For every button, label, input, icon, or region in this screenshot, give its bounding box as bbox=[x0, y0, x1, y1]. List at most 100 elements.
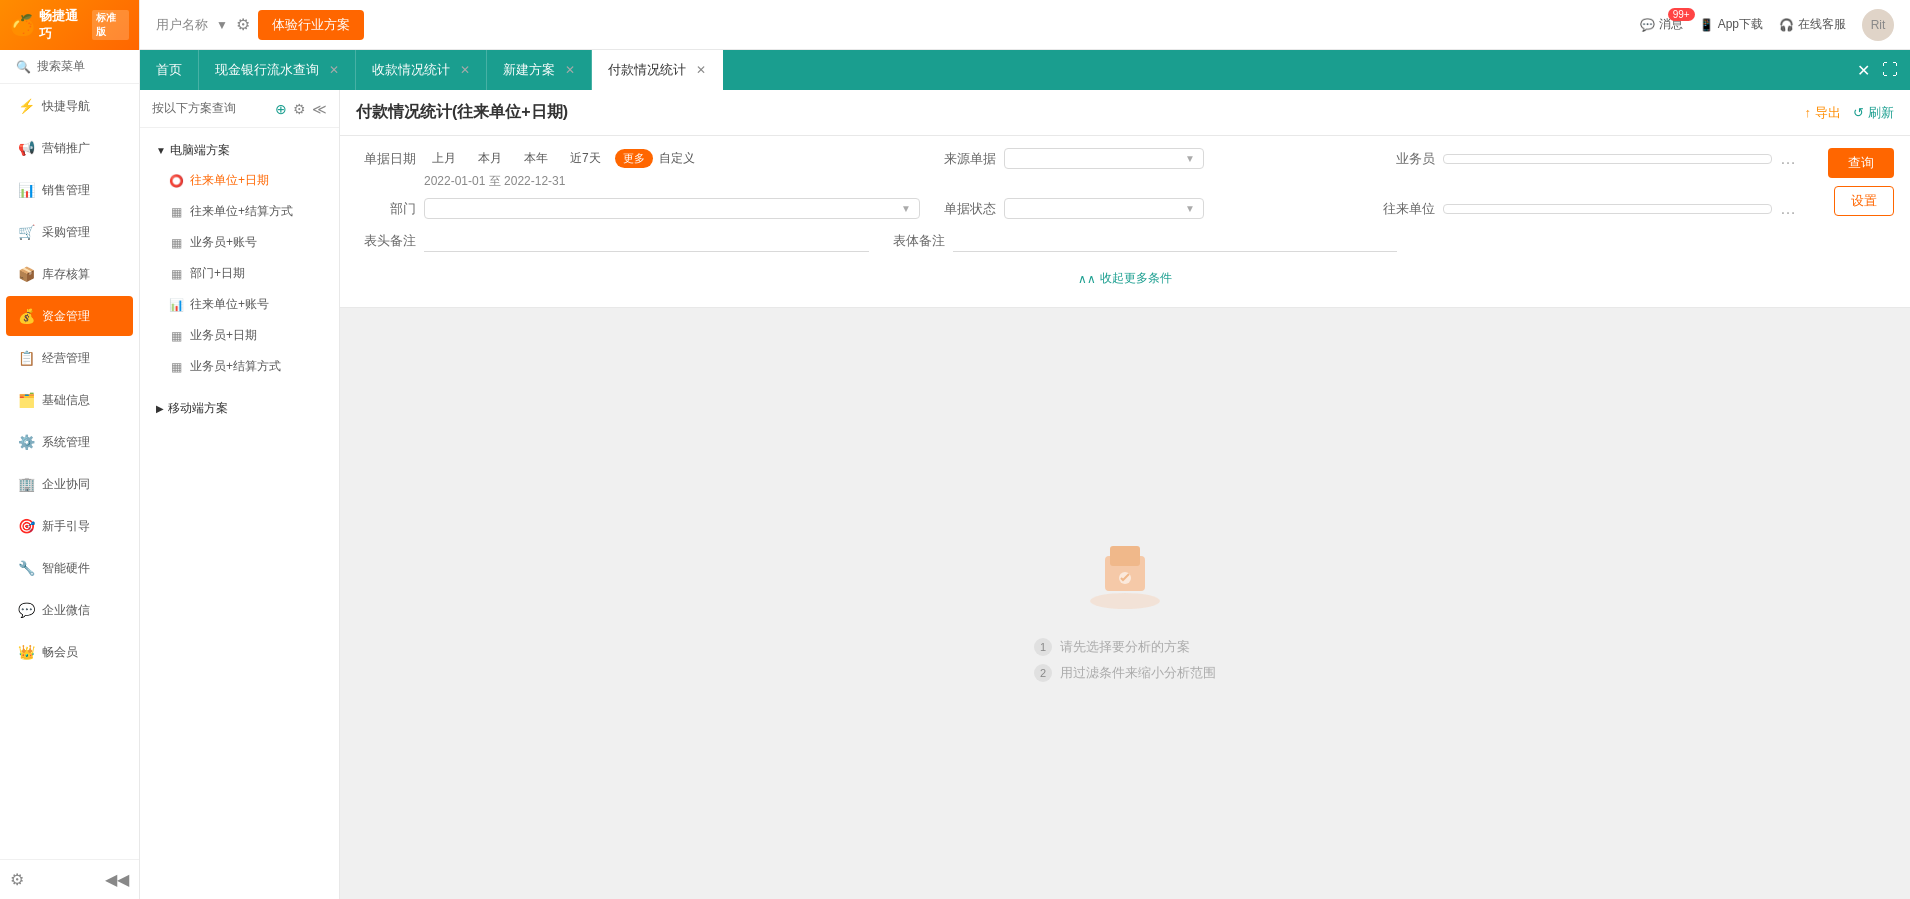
topbar-right: 💬 消息 99+ 📱 App下载 🎧 在线客服 Rit bbox=[1640, 9, 1894, 41]
staff-label: 业务员 bbox=[1375, 150, 1435, 168]
refresh-button[interactable]: ↺ 刷新 bbox=[1853, 104, 1894, 122]
mobile-arrow-icon: ▶ bbox=[156, 403, 164, 414]
date-opt-this-year[interactable]: 本年 bbox=[516, 148, 556, 169]
search-label: 搜索菜单 bbox=[37, 58, 85, 75]
sidebar-item-capital[interactable]: 💰 资金管理 bbox=[6, 296, 133, 336]
sidebar-item-icon-capital: 💰 bbox=[16, 306, 36, 326]
doc-status-arrow-icon: ▼ bbox=[1185, 203, 1195, 214]
settings-button[interactable]: 设置 bbox=[1834, 186, 1894, 216]
sidebar-item-label-system: 系统管理 bbox=[42, 434, 90, 451]
tab-label-payment-stats: 付款情况统计 bbox=[608, 61, 686, 79]
sidebar-item-wechat[interactable]: 💬 企业微信 bbox=[6, 590, 133, 630]
sidebar-items: ⚡ 快捷导航 📢 营销推广 📊 销售管理 🛒 采购管理 📦 库存核算 💰 资金管… bbox=[0, 84, 139, 674]
empty-illustration bbox=[1075, 526, 1175, 626]
partner-more-icon[interactable]: … bbox=[1780, 200, 1798, 218]
desktop-group-header[interactable]: ▼ 电脑端方案 bbox=[140, 136, 339, 165]
sidebar-item-quick-nav[interactable]: ⚡ 快捷导航 bbox=[6, 86, 133, 126]
scheme-item-unit-settle[interactable]: ▦ 往来单位+结算方式 bbox=[140, 196, 339, 227]
left-panel-actions: ⊕ ⚙ ≪ bbox=[275, 101, 327, 117]
dept-select[interactable]: ▼ bbox=[424, 198, 920, 219]
service-button[interactable]: 🎧 在线客服 bbox=[1779, 16, 1846, 33]
sidebar-item-guide[interactable]: 🎯 新手引导 bbox=[6, 506, 133, 546]
date-control: 上月 本月 本年 近7天 更多 自定义 bbox=[424, 148, 920, 169]
tip-num-2: 2 bbox=[1034, 664, 1052, 682]
sidebar-item-label-wechat: 企业微信 bbox=[42, 602, 90, 619]
body-note-input[interactable] bbox=[953, 229, 1398, 252]
user-avatar[interactable]: Rit bbox=[1862, 9, 1894, 41]
message-button[interactable]: 💬 消息 99+ bbox=[1640, 16, 1683, 33]
source-select[interactable]: ▼ bbox=[1004, 148, 1204, 169]
add-scheme-icon[interactable]: ⊕ bbox=[275, 101, 287, 117]
tab-home[interactable]: 首页 bbox=[140, 50, 199, 90]
sidebar-item-enterprise[interactable]: 🏢 企业协同 bbox=[6, 464, 133, 504]
topbar-dropdown-icon[interactable]: ▼ bbox=[216, 18, 228, 32]
sidebar-item-marketing[interactable]: 📢 营销推广 bbox=[6, 128, 133, 168]
app-download-button[interactable]: 📱 App下载 bbox=[1699, 16, 1763, 33]
partner-select[interactable] bbox=[1443, 204, 1772, 214]
tab-receipt-stats[interactable]: 收款情况统计✕ bbox=[356, 50, 487, 90]
sidebar-item-inventory[interactable]: 📦 库存核算 bbox=[6, 254, 133, 294]
settings-icon[interactable]: ⚙ bbox=[10, 870, 24, 889]
filter-date: 单据日期 上月 本月 本年 近7天 更多 自定义 bbox=[356, 148, 920, 169]
scheme-item-dept-date[interactable]: ▦ 部门+日期 bbox=[140, 258, 339, 289]
collapse-filter-button[interactable]: ∧∧ 收起更多条件 bbox=[356, 262, 1894, 295]
tab-close-receipt-stats[interactable]: ✕ bbox=[460, 63, 470, 77]
expand-icon[interactable]: ⛶ bbox=[1882, 61, 1898, 79]
staff-select[interactable] bbox=[1443, 154, 1772, 164]
sidebar-item-label-capital: 资金管理 bbox=[42, 308, 90, 325]
tab-cash-flow[interactable]: 现金银行流水查询✕ bbox=[199, 50, 356, 90]
sidebar-search[interactable]: 🔍 搜索菜单 bbox=[0, 50, 139, 84]
scheme-icon-staff-account: ▦ bbox=[168, 235, 184, 251]
doc-status-label: 单据状态 bbox=[936, 200, 996, 218]
sidebar: 🍊 畅捷通巧 标准版 🔍 搜索菜单 ⚡ 快捷导航 📢 营销推广 📊 销售管理 🛒… bbox=[0, 0, 140, 899]
scheme-item-staff-account[interactable]: ▦ 业务员+账号 bbox=[140, 227, 339, 258]
sidebar-item-basic-info[interactable]: 🗂️ 基础信息 bbox=[6, 380, 133, 420]
date-opt-this-month[interactable]: 本月 bbox=[470, 148, 510, 169]
date-opt-last-month[interactable]: 上月 bbox=[424, 148, 464, 169]
tab-payment-stats[interactable]: 付款情况统计 ✕ bbox=[592, 50, 723, 90]
date-opt-7days[interactable]: 近7天 bbox=[562, 148, 609, 169]
collapse-icon[interactable]: ◀◀ bbox=[105, 870, 129, 889]
date-more-button[interactable]: 更多 bbox=[615, 149, 653, 168]
tab-close-cash-flow[interactable]: ✕ bbox=[329, 63, 339, 77]
service-label: 在线客服 bbox=[1798, 16, 1846, 33]
query-button[interactable]: 查询 bbox=[1828, 148, 1894, 178]
header-note-input[interactable] bbox=[424, 229, 869, 252]
close-window-icon[interactable]: ✕ bbox=[1857, 61, 1870, 80]
filter-staff: 业务员 … bbox=[1375, 150, 1798, 168]
scheme-item-staff-settle[interactable]: ▦ 业务员+结算方式 bbox=[140, 351, 339, 382]
scheme-item-unit-date[interactable]: ⭕ 往来单位+日期 bbox=[140, 165, 339, 196]
doc-status-select[interactable]: ▼ bbox=[1004, 198, 1204, 219]
scheme-item-staff-date[interactable]: ▦ 业务员+日期 bbox=[140, 320, 339, 351]
search-icon: 🔍 bbox=[16, 60, 31, 74]
page-header: 付款情况统计(往来单位+日期) ↑ 导出 ↺ 刷新 bbox=[340, 90, 1910, 136]
sidebar-item-system[interactable]: ⚙️ 系统管理 bbox=[6, 422, 133, 462]
sidebar-header: 🍊 畅捷通巧 标准版 bbox=[0, 0, 139, 50]
scheme-label-staff-account: 业务员+账号 bbox=[190, 234, 257, 251]
filter-partner: 往来单位 … bbox=[1375, 200, 1798, 218]
date-custom-label[interactable]: 自定义 bbox=[659, 150, 695, 167]
scheme-item-unit-account[interactable]: 📊 往来单位+账号 bbox=[140, 289, 339, 320]
page-title: 付款情况统计(往来单位+日期) bbox=[356, 102, 568, 123]
tab-close-new-scheme[interactable]: ✕ bbox=[565, 63, 575, 77]
sidebar-item-hardware[interactable]: 🔧 智能硬件 bbox=[6, 548, 133, 588]
mobile-group-header[interactable]: ▶ 移动端方案 bbox=[140, 394, 339, 423]
sidebar-item-icon-system: ⚙️ bbox=[16, 432, 36, 452]
collapse-panel-icon[interactable]: ≪ bbox=[312, 101, 327, 117]
staff-more-icon[interactable]: … bbox=[1780, 150, 1798, 168]
sidebar-item-member[interactable]: 👑 畅会员 bbox=[6, 632, 133, 672]
export-button[interactable]: ↑ 导出 bbox=[1805, 104, 1842, 122]
sidebar-item-sales[interactable]: 📊 销售管理 bbox=[6, 170, 133, 210]
sidebar-item-operation[interactable]: 📋 经营管理 bbox=[6, 338, 133, 378]
tab-new-scheme[interactable]: 新建方案✕ bbox=[487, 50, 592, 90]
sidebar-item-purchase[interactable]: 🛒 采购管理 bbox=[6, 212, 133, 252]
tab-close-payment-stats[interactable]: ✕ bbox=[696, 63, 706, 77]
filter-right-actions: 查询 设置 bbox=[1814, 148, 1894, 216]
topbar-gear-icon[interactable]: ⚙ bbox=[236, 15, 250, 34]
settings-scheme-icon[interactable]: ⚙ bbox=[293, 101, 306, 117]
service-icon: 🎧 bbox=[1779, 18, 1794, 32]
trial-button[interactable]: 体验行业方案 bbox=[258, 10, 364, 40]
content-area: 按以下方案查询 ⊕ ⚙ ≪ ▼ 电脑端方案 ⭕ 往来单位+日期 ▦ 往来单位+结… bbox=[140, 90, 1910, 899]
message-icon: 💬 bbox=[1640, 18, 1655, 32]
scheme-icon-unit-account: 📊 bbox=[168, 297, 184, 313]
